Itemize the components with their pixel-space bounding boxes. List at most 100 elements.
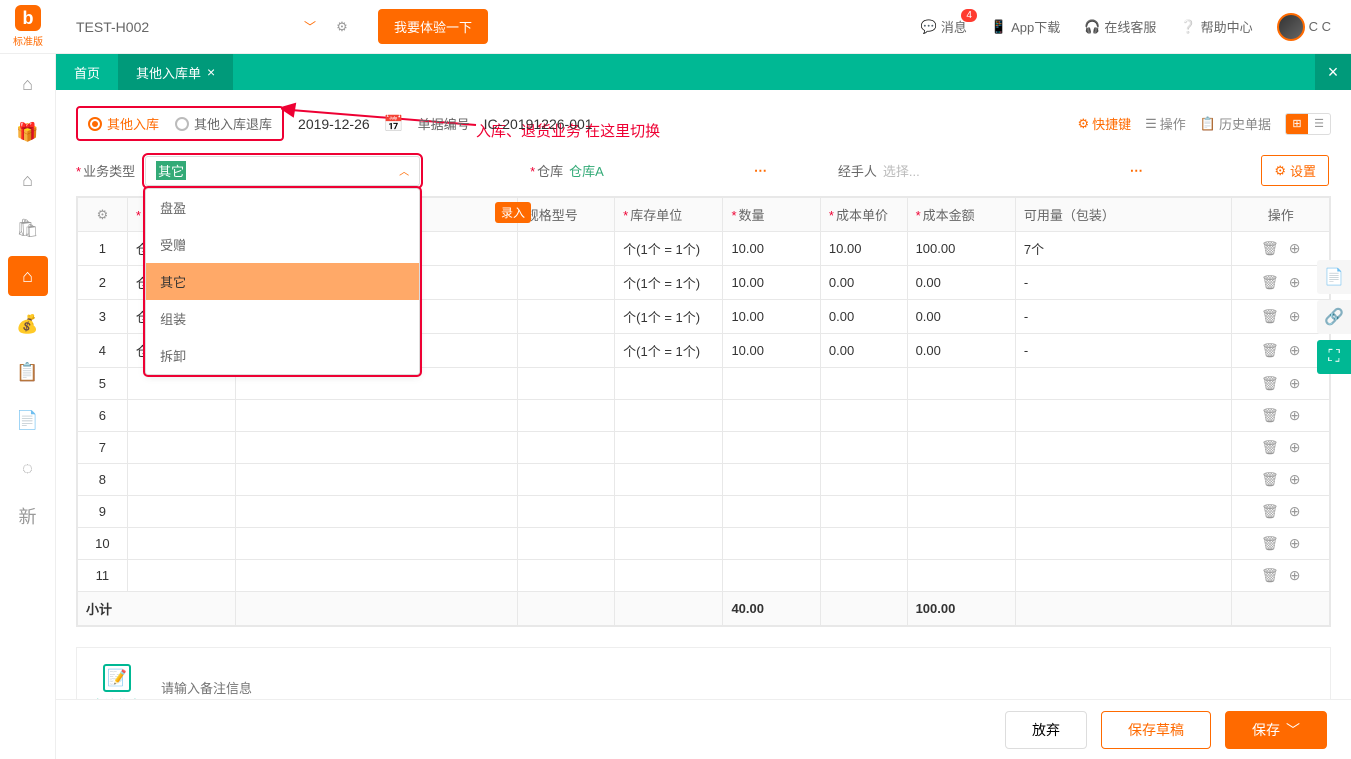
cell-price[interactable]: 0.00 — [820, 266, 907, 300]
table-row[interactable]: 11 🗑 ⊕ — [78, 560, 1330, 592]
dropdown-item-shouzeng[interactable]: 受赠 — [146, 226, 419, 263]
cell-amount[interactable] — [907, 368, 1015, 400]
cell-price[interactable] — [820, 560, 907, 592]
view-grid[interactable]: ⊞ — [1286, 114, 1308, 134]
cell-qty[interactable]: 10.00 — [723, 266, 820, 300]
cell-unit[interactable] — [615, 400, 723, 432]
cell-unit[interactable] — [615, 368, 723, 400]
cell-available[interactable] — [1015, 432, 1232, 464]
tab-other-in[interactable]: 其他入库单 × — [118, 54, 233, 90]
cell-price[interactable] — [820, 464, 907, 496]
delete-icon[interactable]: 🗑 — [1261, 567, 1279, 584]
cell-price[interactable]: 0.00 — [820, 334, 907, 368]
cell-available[interactable] — [1015, 400, 1232, 432]
remarks-input[interactable] — [161, 681, 1314, 696]
save-button[interactable]: 保存 ﹀ — [1225, 711, 1327, 749]
cell-unit[interactable]: 个(1个 = 1个) — [615, 300, 723, 334]
cell-spec[interactable] — [517, 368, 614, 400]
delete-icon[interactable]: 🗑 — [1261, 375, 1279, 392]
history-link[interactable]: 📋 历史单据 — [1200, 114, 1271, 133]
cell-hidden[interactable] — [236, 496, 518, 528]
dropdown-item-qita[interactable]: 其它 — [146, 263, 419, 300]
copy-icon[interactable]: ⊕ — [1289, 375, 1301, 392]
barcode-input-button[interactable]: 录入 — [495, 202, 531, 223]
cell-available[interactable]: - — [1015, 266, 1232, 300]
copy-icon[interactable]: ⊕ — [1289, 503, 1301, 520]
cell-warehouse[interactable] — [127, 400, 235, 432]
table-row[interactable]: 7 🗑 ⊕ — [78, 432, 1330, 464]
radio-other-in[interactable]: 其他入库 — [88, 114, 159, 133]
cell-amount[interactable] — [907, 496, 1015, 528]
settings-button[interactable]: ⚙ 设置 — [1261, 155, 1329, 186]
copy-icon[interactable]: ⊕ — [1289, 308, 1301, 325]
delete-icon[interactable]: 🗑 — [1261, 439, 1279, 456]
delete-icon[interactable]: 🗑 — [1261, 407, 1279, 424]
biz-type-select[interactable]: 其它 ︿ — [145, 156, 420, 186]
cell-price[interactable] — [820, 368, 907, 400]
cell-qty[interactable] — [723, 496, 820, 528]
cell-warehouse[interactable] — [127, 528, 235, 560]
cell-available[interactable] — [1015, 368, 1232, 400]
cell-price[interactable]: 0.00 — [820, 300, 907, 334]
delete-icon[interactable]: 🗑 — [1261, 240, 1279, 257]
shortcut-link[interactable]: ⚙ 快捷键 — [1077, 114, 1131, 133]
cell-hidden[interactable] — [236, 560, 518, 592]
warehouse-select[interactable]: TEST-H002 ﹀ — [66, 11, 326, 43]
discard-button[interactable]: 放弃 — [1005, 711, 1087, 749]
cell-spec[interactable] — [517, 464, 614, 496]
date-value[interactable]: 2019-12-26 — [298, 116, 370, 132]
cell-amount[interactable] — [907, 528, 1015, 560]
cell-unit[interactable] — [615, 496, 723, 528]
trial-button[interactable]: 我要体验一下 — [378, 9, 488, 44]
dropdown-item-chaxie[interactable]: 拆卸 — [146, 337, 419, 374]
rail-item-expand[interactable]: ⛶ — [1317, 340, 1351, 374]
cell-amount[interactable] — [907, 400, 1015, 432]
cell-warehouse[interactable] — [127, 432, 235, 464]
dropdown-item-panyin[interactable]: 盘盈 — [146, 189, 419, 226]
cell-spec[interactable] — [517, 266, 614, 300]
cell-warehouse[interactable] — [127, 560, 235, 592]
cell-available[interactable] — [1015, 496, 1232, 528]
sidebar-item-new[interactable]: 新 — [8, 496, 48, 536]
cell-amount[interactable]: 0.00 — [907, 266, 1015, 300]
sidebar-item-home[interactable]: ⌂ — [8, 64, 48, 104]
cell-price[interactable] — [820, 528, 907, 560]
cell-unit[interactable] — [615, 432, 723, 464]
table-row[interactable]: 6 🗑 ⊕ — [78, 400, 1330, 432]
cell-amount[interactable] — [907, 560, 1015, 592]
handler-select[interactable]: 选择... — [883, 161, 920, 180]
cell-unit[interactable] — [615, 528, 723, 560]
cell-qty[interactable] — [723, 432, 820, 464]
logo[interactable]: b 标准版 — [0, 5, 56, 48]
tab-home[interactable]: 首页 — [56, 54, 118, 90]
table-row[interactable]: 10 🗑 ⊕ — [78, 528, 1330, 560]
cell-amount[interactable] — [907, 432, 1015, 464]
cell-spec[interactable] — [517, 560, 614, 592]
header-gear[interactable]: ⚙ — [78, 198, 128, 232]
table-row[interactable]: 9 🗑 ⊕ — [78, 496, 1330, 528]
messages-link[interactable]: 💬 消息 4 — [921, 17, 967, 36]
radio-other-return[interactable]: 其他入库退库 — [175, 114, 272, 133]
cell-qty[interactable] — [723, 400, 820, 432]
cell-amount[interactable] — [907, 464, 1015, 496]
sidebar-item-warehouse[interactable]: ⌂ — [8, 256, 48, 296]
cell-hidden[interactable] — [236, 464, 518, 496]
copy-icon[interactable]: ⊕ — [1289, 240, 1301, 257]
view-list[interactable]: ☰ — [1308, 114, 1330, 134]
cell-unit[interactable]: 个(1个 = 1个) — [615, 334, 723, 368]
cell-available[interactable] — [1015, 528, 1232, 560]
cell-qty[interactable]: 10.00 — [723, 300, 820, 334]
cell-qty[interactable]: 10.00 — [723, 334, 820, 368]
cell-hidden[interactable] — [236, 528, 518, 560]
cell-qty[interactable] — [723, 560, 820, 592]
cell-available[interactable]: - — [1015, 300, 1232, 334]
cell-hidden[interactable] — [236, 400, 518, 432]
cell-unit[interactable]: 个(1个 = 1个) — [615, 266, 723, 300]
more-dots-1[interactable]: ⋯ — [754, 163, 768, 179]
dropdown-item-zuzhuang[interactable]: 组装 — [146, 300, 419, 337]
cell-unit[interactable] — [615, 464, 723, 496]
cell-qty[interactable] — [723, 464, 820, 496]
service-link[interactable]: 🎧 在线客服 — [1084, 17, 1156, 36]
delete-icon[interactable]: 🗑 — [1261, 308, 1279, 325]
app-download-link[interactable]: 📱 App下载 — [991, 17, 1060, 36]
